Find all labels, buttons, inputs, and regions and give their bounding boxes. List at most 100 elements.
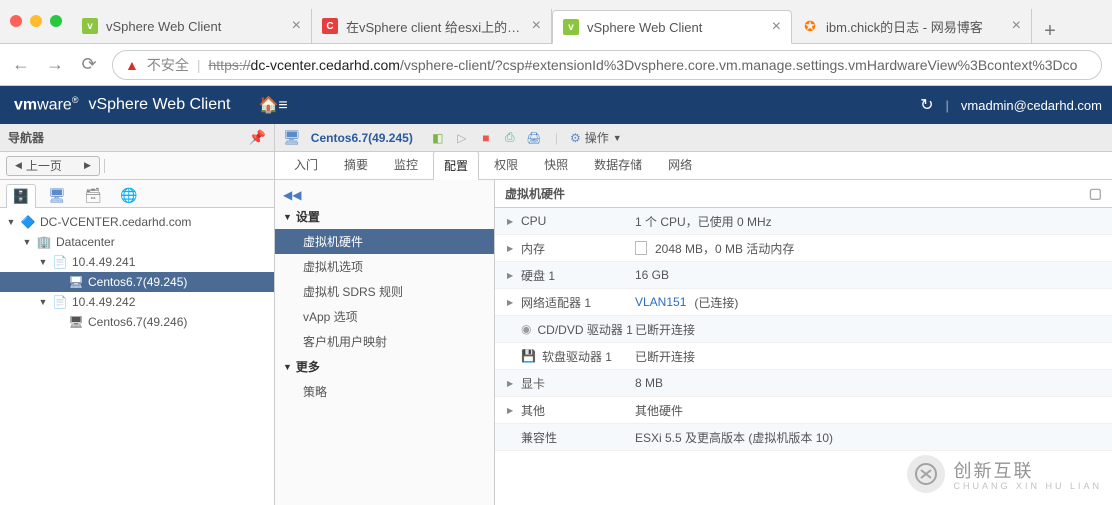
storage-icon: 🗃: [84, 187, 102, 204]
tree-vm-node[interactable]: 🖥 Centos6.7(49.246): [0, 312, 274, 332]
sidebar-item-vm-options[interactable]: 虚拟机选项: [275, 254, 494, 279]
address-bar[interactable]: ▲ 不安全 | https://dc-vcenter.cedarhd.com/v…: [112, 50, 1102, 80]
window-controls: [10, 15, 62, 27]
tree-label: Centos6.7(49.245): [88, 275, 187, 289]
maximize-icon[interactable]: ▢: [1089, 185, 1102, 202]
tree-label: Datacenter: [56, 235, 115, 249]
close-tab-icon[interactable]: ×: [772, 19, 781, 35]
tree-datacenter-node[interactable]: ▼🏢Datacenter: [0, 232, 274, 252]
home-icon[interactable]: 🏠≡: [258, 95, 287, 115]
browser-tab[interactable]: v vSphere Web Client ×: [72, 9, 312, 43]
tree-label: Centos6.7(49.246): [88, 315, 187, 329]
browser-tab-bar: v vSphere Web Client × C 在vSphere client…: [0, 0, 1112, 44]
refresh-icon[interactable]: ↻: [920, 95, 933, 115]
tab-monitor[interactable]: 监控: [383, 150, 429, 179]
host-icon: 📄: [52, 255, 68, 269]
hosts-view-tab[interactable]: 🗄️: [6, 184, 36, 208]
user-label[interactable]: vmadmin@cedarhd.com: [961, 98, 1102, 113]
navigator-panel: 导航器 📌 ◀ 上一页 ▶ 🗄️ 🖥 🗃 🌐 ▼🔷DC-VCENTER.ceda…: [0, 124, 275, 505]
hw-row-video[interactable]: ▶显卡 8 MB: [495, 370, 1112, 397]
reload-icon[interactable]: ⟳: [78, 54, 100, 75]
window-minimize[interactable]: [30, 15, 42, 27]
sidebar-item-sdrs-rules[interactable]: 虚拟机 SDRS 规则: [275, 279, 494, 304]
hw-row-network[interactable]: ▶网络适配器 1 VLAN151(已连接): [495, 289, 1112, 316]
network-link[interactable]: VLAN151: [635, 295, 686, 309]
window-close[interactable]: [10, 15, 22, 27]
host-icon: 📄: [52, 295, 68, 309]
tab-snapshots[interactable]: 快照: [533, 150, 579, 179]
close-tab-icon[interactable]: ×: [292, 18, 301, 34]
vm-icon: 🖥: [48, 187, 66, 204]
tab-getting-started[interactable]: 入门: [283, 150, 329, 179]
watermark-text: 创新互联: [953, 461, 1033, 481]
tab-permissions[interactable]: 权限: [483, 150, 529, 179]
tab-networks[interactable]: 网络: [657, 150, 703, 179]
hw-row-cpu[interactable]: ▶CPU 1 个 CPU，已使用 0 MHz: [495, 208, 1112, 235]
sidebar-item-vapp-options[interactable]: vApp 选项: [275, 304, 494, 329]
power-on-icon[interactable]: ◧: [429, 129, 447, 147]
gear-icon: ⚙: [570, 131, 581, 145]
section-more[interactable]: ▼更多: [275, 354, 494, 379]
console-icon[interactable]: 🖨: [525, 129, 543, 147]
navigator-title-bar: 导航器 📌: [0, 124, 274, 152]
chevron-down-icon: ▼: [613, 133, 622, 143]
floppy-icon: 💾: [521, 349, 536, 363]
close-tab-icon[interactable]: ×: [1012, 18, 1021, 34]
object-name: Centos6.7(49.245): [311, 131, 413, 145]
disc-icon: ◉: [521, 322, 531, 336]
snapshot-icon[interactable]: ⎙: [501, 129, 519, 147]
product-title: vSphere Web Client: [88, 96, 230, 114]
section-settings[interactable]: ▼设置: [275, 204, 494, 229]
browser-tab-active[interactable]: v vSphere Web Client ×: [552, 10, 792, 44]
network-view-tab[interactable]: 🌐: [114, 183, 144, 207]
close-tab-icon[interactable]: ×: [532, 18, 541, 34]
new-tab-button[interactable]: +: [1032, 20, 1068, 43]
watermark-logo-icon: [907, 455, 945, 493]
chevron-right-icon: ▶: [84, 160, 91, 171]
tab-summary[interactable]: 摘要: [333, 150, 379, 179]
collapse-icon[interactable]: ◀◀: [275, 186, 494, 204]
tab-configure[interactable]: 配置: [433, 151, 479, 180]
memory-usage-icon: [635, 241, 647, 255]
tree-label: 10.4.49.241: [72, 255, 135, 269]
browser-tab[interactable]: C 在vSphere client 给esxi上的虚拟… ×: [312, 9, 552, 43]
navigator-title: 导航器: [8, 129, 44, 146]
tab-title: vSphere Web Client: [106, 19, 284, 34]
host-icon: 🗄️: [12, 188, 29, 205]
insecure-warning-icon: ▲: [125, 57, 139, 73]
vm-icon: 🖥: [68, 315, 84, 329]
vms-view-tab[interactable]: 🖥: [42, 183, 72, 207]
sidebar-item-guest-user-mappings[interactable]: 客户机用户映射: [275, 329, 494, 354]
storage-view-tab[interactable]: 🗃: [78, 183, 108, 207]
browser-tabs: v vSphere Web Client × C 在vSphere client…: [72, 7, 1068, 43]
browser-toolbar: ← → ⟳ ▲ 不安全 | https://dc-vcenter.cedarhd…: [0, 44, 1112, 86]
stop-icon[interactable]: ■: [477, 129, 495, 147]
back-button[interactable]: ◀ 上一页 ▶: [6, 156, 100, 176]
hw-row-other[interactable]: ▶其他 其他硬件: [495, 397, 1112, 424]
pin-icon[interactable]: 📌: [249, 129, 266, 146]
hw-row-compatibility: 兼容性 ESXi 5.5 及更高版本 (虚拟机版本 10): [495, 424, 1112, 451]
watermark-subtext: CHUANG XIN HU LIAN: [953, 481, 1102, 491]
tree-vm-node-selected[interactable]: 🖥Centos6.7(49.245): [0, 272, 274, 292]
hw-row-floppy[interactable]: 💾软盘驱动器 1 已断开连接: [495, 343, 1112, 370]
sidebar-item-policies[interactable]: 策略: [275, 379, 494, 404]
tab-datastores[interactable]: 数据存储: [583, 150, 653, 179]
back-icon[interactable]: ←: [10, 54, 32, 75]
tree-vcenter-node[interactable]: ▼🔷DC-VCENTER.cedarhd.com: [0, 212, 274, 232]
browser-tab[interactable]: ✪ ibm.chick的日志 - 网易博客 ×: [792, 9, 1032, 43]
tree-host-node[interactable]: ▼📄10.4.49.241: [0, 252, 274, 272]
hw-row-cddvd[interactable]: ◉CD/DVD 驱动器 1 已断开连接: [495, 316, 1112, 343]
hw-row-disk[interactable]: ▶硬盘 1 16 GB: [495, 262, 1112, 289]
play-icon[interactable]: ▷: [453, 129, 471, 147]
tree-host-node[interactable]: ▼📄10.4.49.242: [0, 292, 274, 312]
sidebar-item-vm-hardware[interactable]: 虚拟机硬件: [275, 229, 494, 254]
window-zoom[interactable]: [50, 15, 62, 27]
tab-title: vSphere Web Client: [587, 20, 764, 35]
vsphere-favicon: v: [563, 19, 579, 35]
watermark: 创新互联 CHUANG XIN HU LIAN: [907, 455, 1102, 493]
hw-row-memory[interactable]: ▶内存 2048 MB，0 MB 活动内存: [495, 235, 1112, 262]
navigator-history-row: ◀ 上一页 ▶: [0, 152, 274, 180]
forward-icon[interactable]: →: [44, 54, 66, 75]
vsphere-header: vmware® vSphere Web Client 🏠≡ ↻ | vmadmi…: [0, 86, 1112, 124]
actions-menu[interactable]: ⚙ 操作 ▼: [570, 129, 622, 146]
